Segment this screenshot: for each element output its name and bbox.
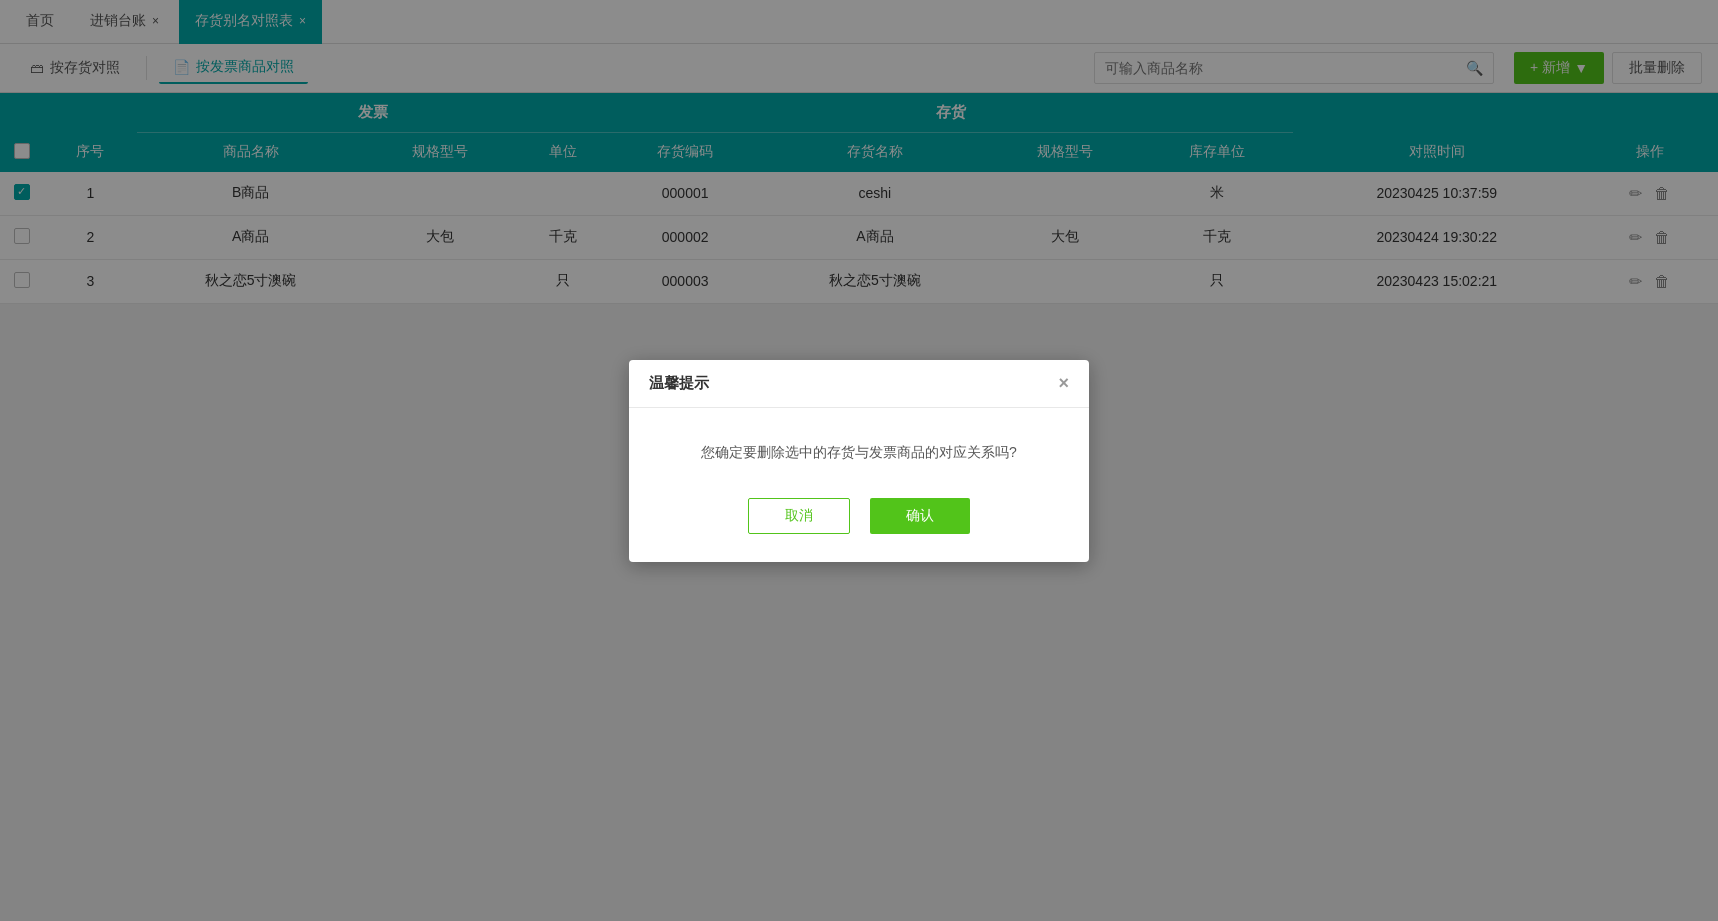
dialog-overlay: 温馨提示 × 您确定要删除选中的存货与发票商品的对应关系吗? 取消 确认 <box>0 0 1718 304</box>
